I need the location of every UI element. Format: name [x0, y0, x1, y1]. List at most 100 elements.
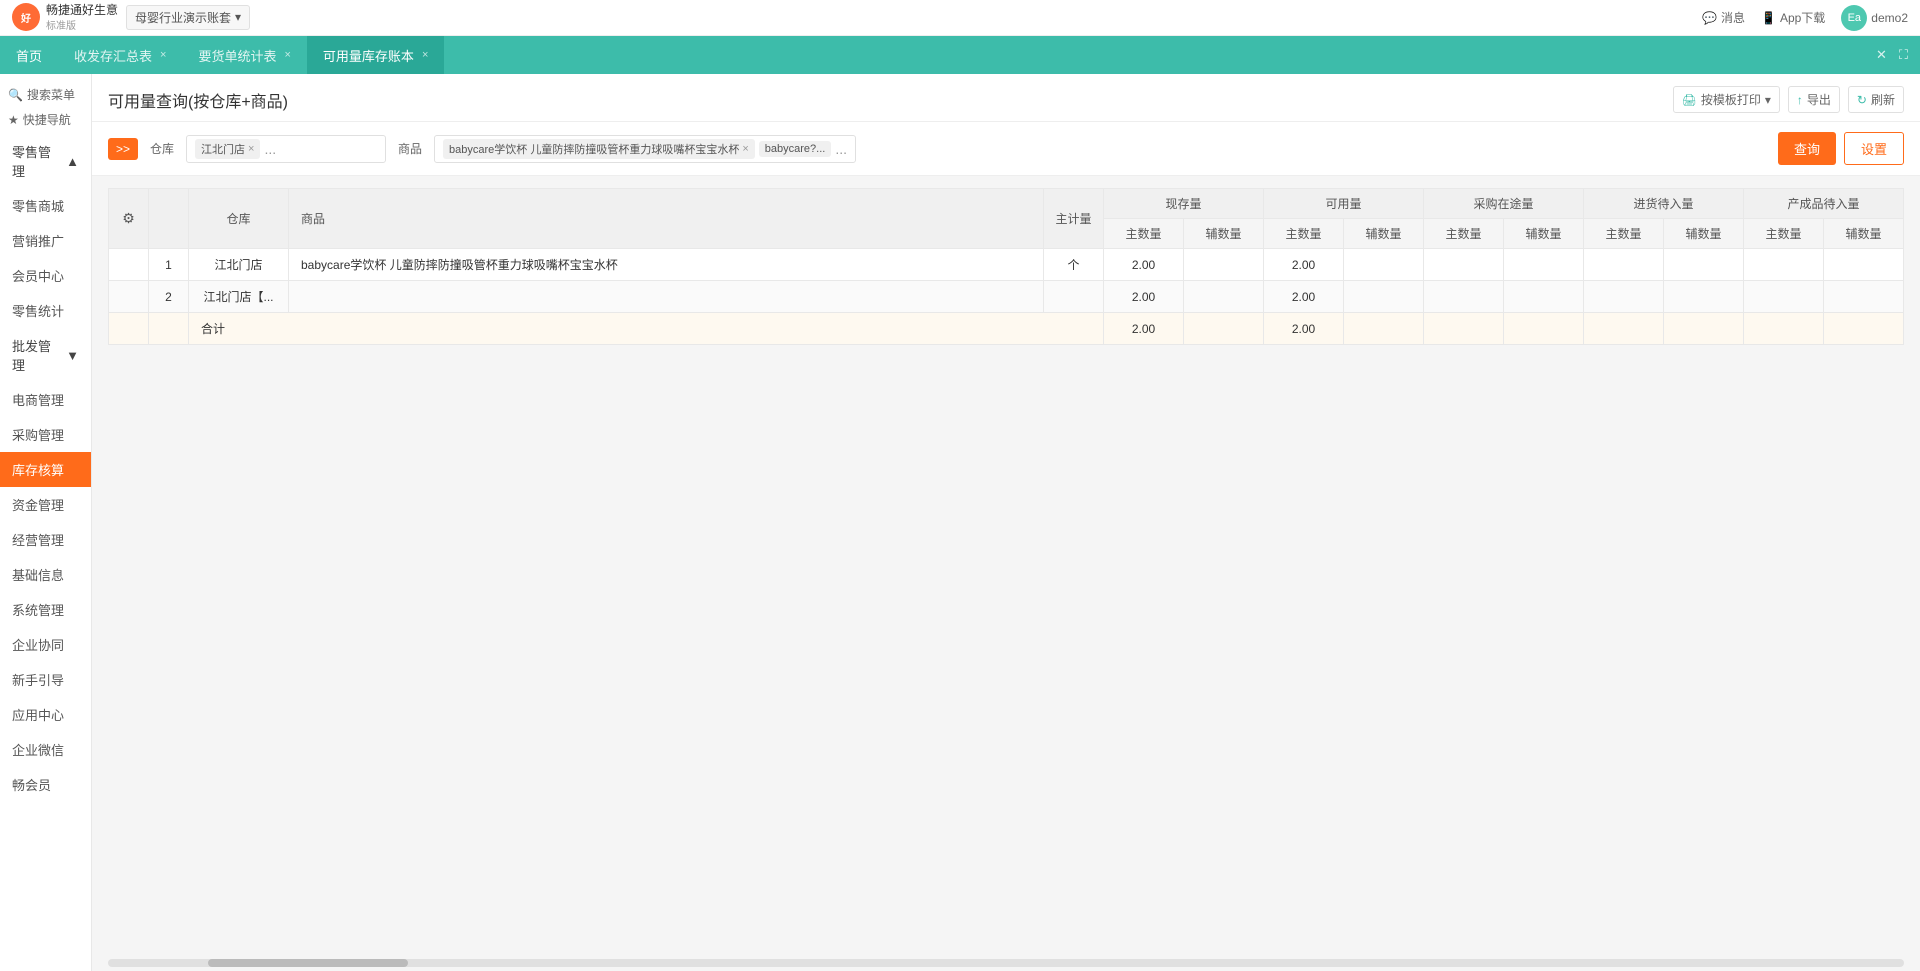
filter-row: >> 仓库 江北门店 × ... 商品 babycare学饮杯 儿童防摔防撞吸管…	[92, 122, 1920, 176]
warehouse-filter-tags[interactable]: 江北门店 × ...	[186, 135, 386, 163]
user-menu[interactable]: Ea demo2	[1841, 5, 1908, 31]
tab-home-label: 首页	[16, 46, 42, 65]
sidebar-label-basics: 基础信息	[12, 565, 64, 584]
phone-icon: 📱	[1761, 11, 1776, 25]
query-button[interactable]: 查询	[1778, 132, 1836, 165]
cell-current-aux-1	[1184, 249, 1264, 281]
header-left: 好 畅捷通好生意 标准版 母婴行业演示账套 ▾	[12, 3, 250, 32]
col-product-main-header: 主数量	[1744, 219, 1824, 249]
tab-order-stat-close[interactable]: ×	[284, 49, 290, 61]
cell-purchase-main-2	[1424, 281, 1504, 313]
sidebar-item-member[interactable]: 畅会员	[0, 767, 91, 802]
horizontal-scrollbar[interactable]	[108, 959, 1904, 967]
col-num-header	[149, 189, 189, 249]
sidebar-item-enterprise[interactable]: 企业协同	[0, 627, 91, 662]
sidebar-item-retail-stats[interactable]: 零售统计	[0, 293, 91, 328]
sidebar-item-inventory[interactable]: 库存核算	[0, 452, 91, 487]
content-area: 可用量查询(按仓库+商品) 🖨 按模板打印 ▾ ↑ 导出 ↻ 刷新 >>	[92, 74, 1920, 971]
cell-available-main-2: 2.00	[1264, 281, 1344, 313]
sidebar-search[interactable]: 🔍 搜索菜单	[0, 78, 91, 107]
cell-unit-1: 个	[1044, 249, 1104, 281]
warehouse-tag-jiangbei[interactable]: 江北门店 ×	[195, 139, 260, 159]
fullscreen-btn[interactable]: ⛶	[1895, 43, 1912, 67]
col-warehouse-header: 仓库	[189, 189, 289, 249]
sidebar-item-system[interactable]: 系统管理	[0, 592, 91, 627]
nav-tabs-bar: 首页 收发存汇总表 × 要货单统计表 × 可用量库存账本 × ✕ ⛶	[0, 36, 1920, 74]
app-download-label: App下载	[1780, 9, 1825, 26]
page-actions: 🖨 按模板打印 ▾ ↑ 导出 ↻ 刷新	[1673, 86, 1904, 113]
sidebar-item-app-center[interactable]: 应用中心	[0, 697, 91, 732]
app-download-btn[interactable]: 📱 App下载	[1761, 9, 1825, 26]
cell-incoming-aux-1	[1664, 249, 1744, 281]
refresh-label: 刷新	[1871, 91, 1895, 108]
sidebar-label-ecommerce: 电商管理	[12, 390, 64, 409]
sidebar-item-new-guide[interactable]: 新手引导	[0, 662, 91, 697]
table-container: ⚙ 仓库 商品 主计量 现存量	[92, 176, 1920, 955]
sidebar-item-marketing[interactable]: 营销推广	[0, 223, 91, 258]
product-tag-babycare2[interactable]: babycare?...	[759, 141, 832, 157]
message-label: 消息	[1721, 9, 1745, 26]
table-row: 1 江北门店 babycare学饮杯 儿童防摔防撞吸管杯重力球吸嘴杯宝宝水杯 个…	[109, 249, 1904, 281]
tab-receivable-close[interactable]: ×	[160, 49, 166, 61]
sidebar-item-purchase[interactable]: 采购管理	[0, 417, 91, 452]
warehouse-filter-dots: ...	[264, 141, 276, 157]
total-current-aux	[1184, 313, 1264, 345]
sidebar-item-ecommerce[interactable]: 电商管理	[0, 382, 91, 417]
sidebar-item-member-center[interactable]: 会员中心	[0, 258, 91, 293]
print-label: 按模板打印	[1701, 91, 1761, 108]
sidebar-search-label: 搜索菜单	[27, 86, 75, 103]
close-nav-btn[interactable]: ✕	[1872, 43, 1891, 67]
sidebar-item-enterprise-wechat[interactable]: 企业微信	[0, 732, 91, 767]
search-icon: 🔍	[8, 88, 23, 102]
industry-selector[interactable]: 母婴行业演示账套 ▾	[126, 5, 250, 30]
scrollbar-thumb[interactable]	[208, 959, 408, 967]
sidebar-label-wholesale-mgmt: 批发管理	[12, 336, 62, 374]
col-current-main-header: 主数量	[1104, 219, 1184, 249]
template-print-btn[interactable]: 🖨 按模板打印 ▾	[1673, 86, 1780, 113]
sidebar-section: 零售管理 ▲ 零售商城 营销推广 会员中心 零售统计 批发管理 ▼ 电商管理	[0, 132, 91, 804]
tab-available-stock[interactable]: 可用量库存账本 ×	[307, 36, 444, 74]
tab-available-stock-close[interactable]: ×	[422, 49, 428, 61]
sidebar-label-inventory: 库存核算	[12, 460, 64, 479]
export-label: 导出	[1807, 91, 1831, 108]
settings-button[interactable]: 设置	[1844, 132, 1904, 165]
tab-receivable[interactable]: 收发存汇总表 ×	[58, 36, 182, 74]
sidebar-item-retail-mgmt[interactable]: 零售管理 ▲	[0, 134, 91, 188]
filter-actions: 查询 设置	[1778, 132, 1904, 165]
cell-product-main-2	[1744, 281, 1824, 313]
sidebar-label-finance: 资金管理	[12, 495, 64, 514]
cell-warehouse-2: 江北门店【...	[189, 281, 289, 313]
sidebar-item-wholesale-mgmt[interactable]: 批发管理 ▼	[0, 328, 91, 382]
total-incoming-main	[1584, 313, 1664, 345]
warehouse-tag-close[interactable]: ×	[248, 143, 254, 155]
tab-home[interactable]: 首页	[0, 36, 58, 74]
print-icon: 🖨	[1682, 93, 1697, 107]
sidebar-item-basics[interactable]: 基础信息	[0, 557, 91, 592]
sidebar-item-operations[interactable]: 经营管理	[0, 522, 91, 557]
chevron-down-icon-wholesale: ▼	[66, 348, 79, 363]
col-settings-header[interactable]: ⚙	[109, 189, 149, 249]
industry-label: 母婴行业演示账套	[135, 9, 231, 26]
logo-text-area: 畅捷通好生意 标准版	[46, 3, 118, 32]
product-tag-label: babycare学饮杯 儿童防摔防撞吸管杯重力球吸嘴杯宝宝水杯	[449, 141, 739, 157]
message-btn[interactable]: 💬 消息	[1702, 9, 1745, 26]
col-product-aux-header: 辅数量	[1824, 219, 1904, 249]
col-available-header: 可用量	[1264, 189, 1424, 219]
sidebar-item-finance[interactable]: 资金管理	[0, 487, 91, 522]
expand-btn[interactable]: >>	[108, 138, 138, 160]
sidebar-item-retail-mall[interactable]: 零售商城	[0, 188, 91, 223]
product-filter-tags[interactable]: babycare学饮杯 儿童防摔防撞吸管杯重力球吸嘴杯宝宝水杯 × babyca…	[434, 135, 856, 163]
product-filter-dots: ...	[835, 141, 847, 157]
refresh-btn[interactable]: ↻ 刷新	[1848, 86, 1904, 113]
sidebar-label-retail-mall: 零售商城	[12, 196, 64, 215]
total-label: 合计	[189, 313, 1104, 345]
export-btn[interactable]: ↑ 导出	[1788, 86, 1840, 113]
sidebar-quick-nav[interactable]: ★ 快捷导航	[0, 107, 91, 132]
total-product-main	[1744, 313, 1824, 345]
col-purchase-main-header: 主数量	[1424, 219, 1504, 249]
tab-order-stat[interactable]: 要货单统计表 ×	[182, 36, 306, 74]
logo-icon: 好	[12, 3, 40, 31]
export-icon: ↑	[1797, 93, 1803, 107]
product-tag-close[interactable]: ×	[742, 143, 748, 155]
product-tag-babycare[interactable]: babycare学饮杯 儿童防摔防撞吸管杯重力球吸嘴杯宝宝水杯 ×	[443, 139, 755, 159]
